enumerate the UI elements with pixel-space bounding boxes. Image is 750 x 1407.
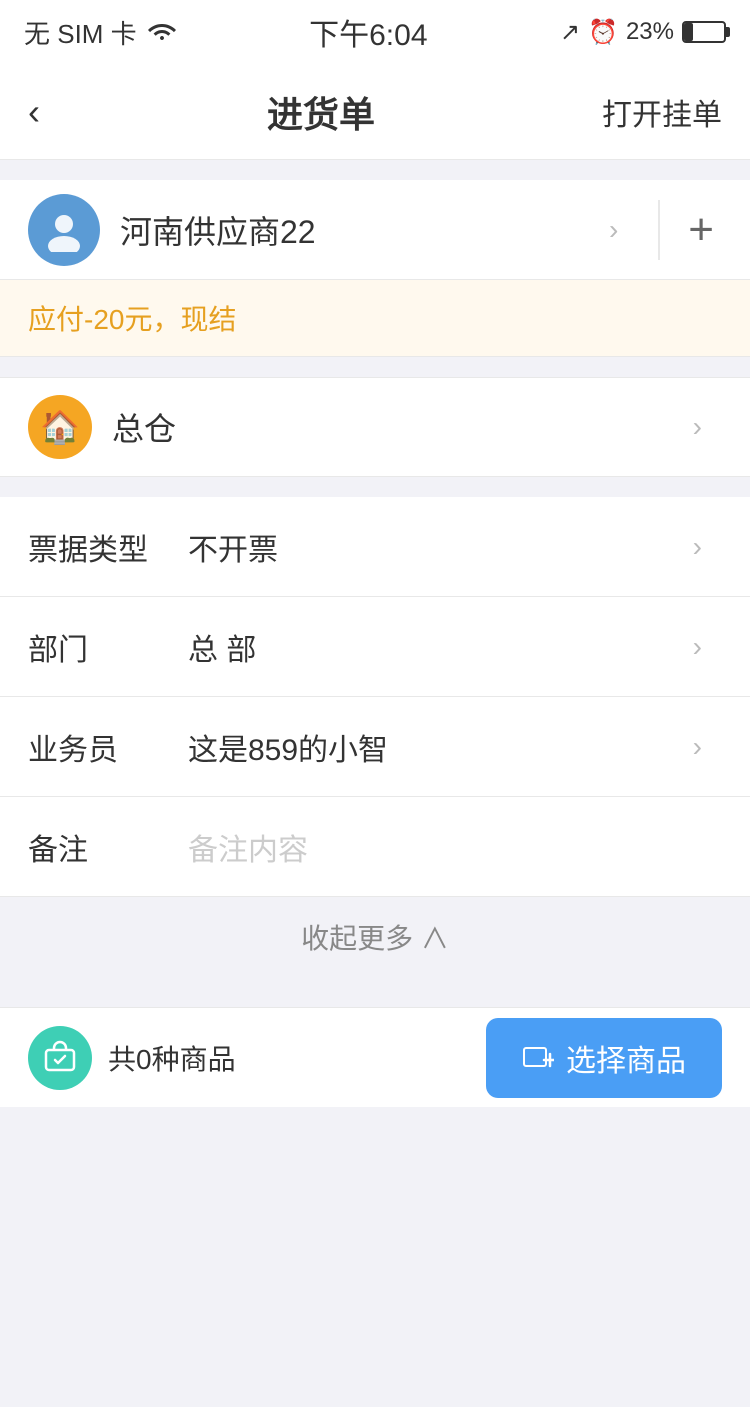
department-label: 部门 [28,625,168,669]
wifi-icon [147,18,177,47]
location-icon: ↗ [560,18,580,47]
bottom-bar: 共0种商品 选择商品 [0,1007,750,1107]
supplier-name: 河南供应商22 [120,207,609,253]
warehouse-row[interactable]: 🏠 总仓 › [0,377,750,477]
gap-2 [0,357,750,377]
page-background [0,1107,750,1407]
carrier-text: 无 SIM 卡 [24,14,137,51]
warehouse-icon: 🏠 [28,395,92,459]
battery-icon [682,21,726,43]
notice-banner: 应付-20元，现结 [0,280,750,357]
select-product-button[interactable]: 选择商品 [486,1018,722,1098]
status-left: 无 SIM 卡 [24,14,177,51]
product-icon [28,1026,92,1090]
page-title: 进货单 [267,86,375,138]
supplier-row[interactable]: 河南供应商22 › + [0,180,750,280]
battery-text: 23% [626,18,674,46]
gap-1 [0,160,750,180]
invoice-label: 票据类型 [28,525,168,569]
collapse-button[interactable]: 收起更多 ∧ [0,897,750,977]
remark-row[interactable]: 备注 备注内容 [0,797,750,897]
status-bar: 无 SIM 卡 下午6:04 ↗ ⏰ 23% [0,0,750,64]
salesman-value: 这是859的小智 [168,725,693,769]
invoice-value: 不开票 [168,525,693,569]
gap-4 [0,977,750,1007]
status-right: ↗ ⏰ 23% [560,18,726,47]
warehouse-name: 总仓 [112,404,693,450]
open-pending-button[interactable]: 打开挂单 [602,90,722,134]
department-chevron-icon: › [693,631,702,663]
remark-input[interactable]: 备注内容 [168,825,722,869]
gap-3 [0,477,750,497]
supplier-divider [658,200,660,260]
select-product-label: 选择商品 [566,1036,686,1080]
supplier-avatar [28,194,100,266]
salesman-row[interactable]: 业务员 这是859的小智 › [0,697,750,797]
add-supplier-button[interactable]: + [680,205,722,255]
warehouse-chevron-icon: › [693,411,702,443]
notice-text: 应付-20元，现结 [28,304,236,335]
back-button[interactable]: ‹ [28,91,40,133]
department-value: 总 部 [168,625,693,669]
supplier-chevron-icon: › [609,214,618,246]
salesman-chevron-icon: › [693,731,702,763]
invoice-type-row[interactable]: 票据类型 不开票 › [0,497,750,597]
status-time: 下午6:04 [309,10,427,54]
department-row[interactable]: 部门 总 部 › [0,597,750,697]
alarm-icon: ⏰ [588,18,618,47]
salesman-label: 业务员 [28,725,168,769]
remark-label: 备注 [28,825,168,869]
nav-bar: ‹ 进货单 打开挂单 [0,64,750,160]
collapse-label: 收起更多 ∧ [301,917,449,957]
invoice-chevron-icon: › [693,531,702,563]
product-count: 共0种商品 [108,1038,486,1078]
